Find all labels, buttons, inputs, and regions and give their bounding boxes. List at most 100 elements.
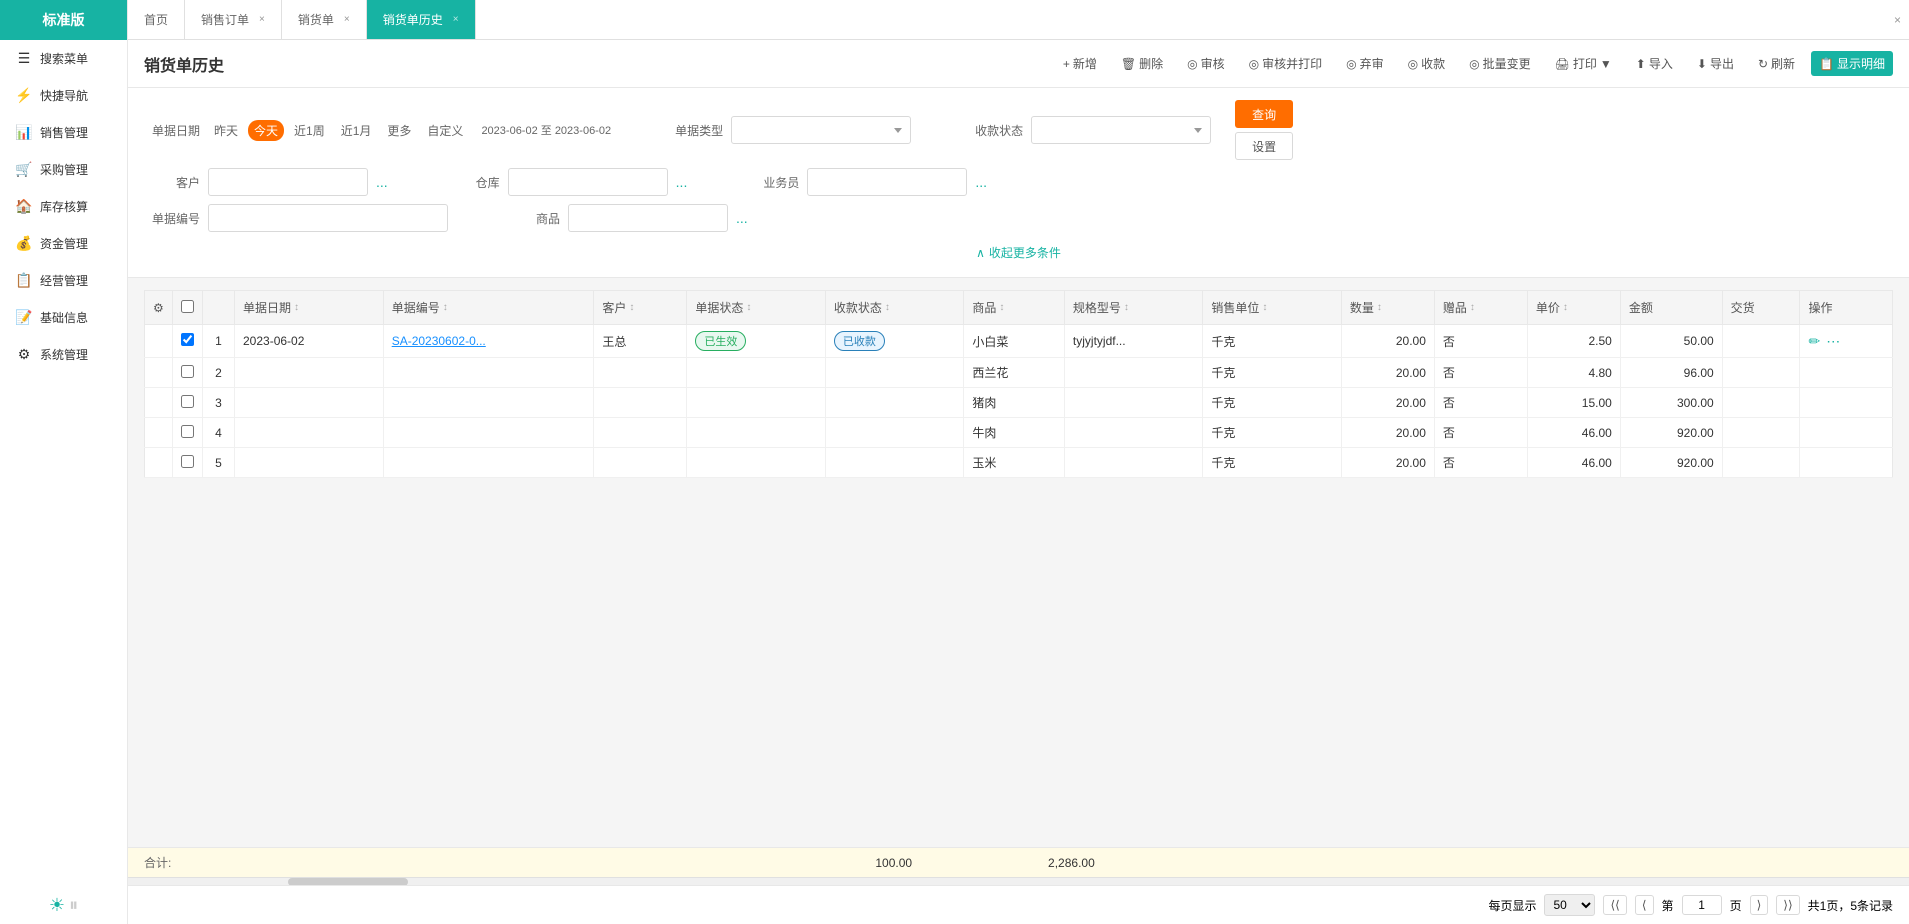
tab-sales-order[interactable]: 销售订单 × bbox=[185, 0, 282, 39]
doc-no-link[interactable]: SA-20230602-0... bbox=[392, 334, 486, 348]
salesperson-input[interactable] bbox=[807, 168, 967, 196]
per-page-select[interactable]: 10 20 50 100 bbox=[1544, 894, 1595, 916]
show-detail-button[interactable]: 📋 显示明细 bbox=[1811, 51, 1893, 76]
import-button[interactable]: ⬆ 导入 bbox=[1628, 51, 1681, 76]
tab-sales-goods[interactable]: 销货单 × bbox=[282, 0, 367, 39]
sort-qty[interactable]: 数量↕ bbox=[1350, 299, 1382, 316]
th-payment-status[interactable]: 收款状态↕ bbox=[825, 291, 964, 325]
goods-dots[interactable]: ... bbox=[736, 210, 748, 226]
sort-goods[interactable]: 商品↕ bbox=[972, 299, 1004, 316]
sidebar-item-search-menu[interactable]: ☰ 搜索菜单 bbox=[0, 40, 127, 77]
date-btn-more[interactable]: 更多 bbox=[381, 120, 417, 141]
setting-button[interactable]: 设置 bbox=[1235, 132, 1293, 160]
th-customer[interactable]: 客户↕ bbox=[594, 291, 687, 325]
audit-button[interactable]: ◎ 审核 bbox=[1179, 51, 1233, 76]
scrollbar-area[interactable] bbox=[128, 877, 1909, 885]
date-btn-yesterday[interactable]: 昨天 bbox=[208, 120, 244, 141]
sort-doc-no[interactable]: 单据编号↕ bbox=[392, 299, 448, 316]
sort-icon-unit-price: ↕ bbox=[1563, 302, 1568, 313]
cell-checkbox[interactable] bbox=[173, 448, 203, 478]
th-doc-date[interactable]: 单据日期↕ bbox=[235, 291, 384, 325]
sidebar-item-finance-mgmt[interactable]: 💰 资金管理 bbox=[0, 225, 127, 262]
th-qty[interactable]: 数量↕ bbox=[1341, 291, 1434, 325]
sidebar-item-basic-info[interactable]: 📝 基础信息 bbox=[0, 299, 127, 336]
th-unit-price[interactable]: 单价↕ bbox=[1527, 291, 1620, 325]
sidebar-item-inventory[interactable]: 🏠 库存核算 bbox=[0, 188, 127, 225]
th-gift[interactable]: 赠品↕ bbox=[1434, 291, 1527, 325]
customer-input[interactable] bbox=[208, 168, 368, 196]
tab-home[interactable]: 首页 bbox=[128, 0, 185, 39]
add-button[interactable]: + 新增 bbox=[1055, 51, 1105, 76]
cell-checkbox[interactable] bbox=[173, 325, 203, 358]
row-checkbox[interactable] bbox=[181, 395, 194, 408]
sidebar-item-purchase-mgmt[interactable]: 🛒 采购管理 bbox=[0, 151, 127, 188]
th-goods[interactable]: 商品↕ bbox=[964, 291, 1065, 325]
sort-unit-price[interactable]: 单价↕ bbox=[1536, 299, 1568, 316]
th-doc-no[interactable]: 单据编号↕ bbox=[383, 291, 594, 325]
sidebar-collapse-icon[interactable]: ⏸ bbox=[69, 895, 78, 916]
last-page-button[interactable]: ⟩⟩ bbox=[1776, 895, 1799, 915]
sort-doc-status[interactable]: 单据状态↕ bbox=[695, 299, 751, 316]
tab-sales-history-close[interactable]: × bbox=[453, 14, 459, 25]
filter-collapse-toggle[interactable]: ∧ 收起更多条件 bbox=[144, 240, 1893, 265]
cell-doc-status: 已生效 bbox=[687, 325, 826, 358]
tab-sales-history[interactable]: 销货单历史 × bbox=[367, 0, 476, 39]
th-checkbox[interactable] bbox=[173, 291, 203, 325]
tab-sales-order-close[interactable]: × bbox=[259, 14, 265, 25]
row-checkbox[interactable] bbox=[181, 455, 194, 468]
edit-icon[interactable]: ✏ bbox=[1808, 333, 1820, 350]
goods-input[interactable] bbox=[568, 204, 728, 232]
date-btn-last7[interactable]: 近1周 bbox=[288, 120, 331, 141]
date-btn-today[interactable]: 今天 bbox=[248, 120, 284, 141]
page-number-input[interactable] bbox=[1682, 895, 1722, 915]
date-btn-last-month[interactable]: 近1月 bbox=[335, 120, 378, 141]
cell-checkbox[interactable] bbox=[173, 388, 203, 418]
date-btn-custom[interactable]: 自定义 bbox=[421, 120, 469, 141]
warehouse-dots[interactable]: ... bbox=[676, 174, 688, 190]
print-button[interactable]: 🖨 打印 ▼ bbox=[1547, 51, 1620, 76]
cell-checkbox[interactable] bbox=[173, 418, 203, 448]
next-page-button[interactable]: ⟩ bbox=[1750, 895, 1769, 915]
th-spec[interactable]: 规格型号↕ bbox=[1064, 291, 1203, 325]
sort-doc-date[interactable]: 单据日期↕ bbox=[243, 299, 299, 316]
customer-dots[interactable]: ... bbox=[376, 174, 388, 190]
prev-page-button[interactable]: ⟨ bbox=[1635, 895, 1654, 915]
row-checkbox[interactable] bbox=[181, 365, 194, 378]
sidebar-item-quick-nav[interactable]: ⚡ 快捷导航 bbox=[0, 77, 127, 114]
select-all-checkbox[interactable] bbox=[181, 300, 194, 313]
sort-unit[interactable]: 销售单位↕ bbox=[1211, 299, 1267, 316]
print-dropdown-icon: ▼ bbox=[1600, 57, 1612, 71]
tab-close-all[interactable]: × bbox=[1886, 0, 1909, 39]
export-button[interactable]: ⬇ 导出 bbox=[1689, 51, 1742, 76]
page-suffix: 页 bbox=[1730, 897, 1742, 914]
sort-customer[interactable]: 客户↕ bbox=[602, 299, 634, 316]
row-checkbox[interactable] bbox=[181, 425, 194, 438]
tab-sales-goods-close[interactable]: × bbox=[344, 14, 350, 25]
query-button[interactable]: 查询 bbox=[1235, 100, 1293, 128]
audit-print-button[interactable]: ◎ 审核并打印 bbox=[1241, 51, 1331, 76]
sidebar-item-sys-mgmt[interactable]: ⚙ 系统管理 bbox=[0, 336, 127, 373]
sidebar-item-ops-mgmt[interactable]: 📋 经营管理 bbox=[0, 262, 127, 299]
payment-status-select[interactable] bbox=[1031, 116, 1211, 144]
sort-gift[interactable]: 赠品↕ bbox=[1443, 299, 1475, 316]
th-doc-status[interactable]: 单据状态↕ bbox=[687, 291, 826, 325]
sort-payment-status[interactable]: 收款状态↕ bbox=[834, 299, 890, 316]
cell-checkbox[interactable] bbox=[173, 358, 203, 388]
th-gear[interactable]: ⚙ bbox=[145, 291, 173, 325]
doc-no-input[interactable] bbox=[208, 204, 448, 232]
collect-button[interactable]: ◎ 收款 bbox=[1400, 51, 1454, 76]
sort-spec[interactable]: 规格型号↕ bbox=[1073, 299, 1129, 316]
sidebar-expand-icon[interactable]: ☀ bbox=[49, 895, 65, 916]
refresh-button[interactable]: ↻ 刷新 bbox=[1750, 51, 1803, 76]
first-page-button[interactable]: ⟨⟨ bbox=[1603, 895, 1626, 915]
th-unit[interactable]: 销售单位↕ bbox=[1203, 291, 1342, 325]
warehouse-input[interactable] bbox=[508, 168, 668, 196]
sidebar-item-sales-mgmt[interactable]: 📊 销售管理 bbox=[0, 114, 127, 151]
salesperson-dots[interactable]: ... bbox=[975, 174, 987, 190]
batch-change-button[interactable]: ◎ 批量变更 bbox=[1461, 51, 1539, 76]
abandon-button[interactable]: ◎ 弃审 bbox=[1338, 51, 1392, 76]
delete-button[interactable]: 🗑 删除 bbox=[1113, 51, 1171, 76]
more-icon[interactable]: ⋯ bbox=[1826, 333, 1840, 350]
doc-type-select[interactable] bbox=[731, 116, 911, 144]
row-checkbox[interactable] bbox=[181, 333, 194, 346]
